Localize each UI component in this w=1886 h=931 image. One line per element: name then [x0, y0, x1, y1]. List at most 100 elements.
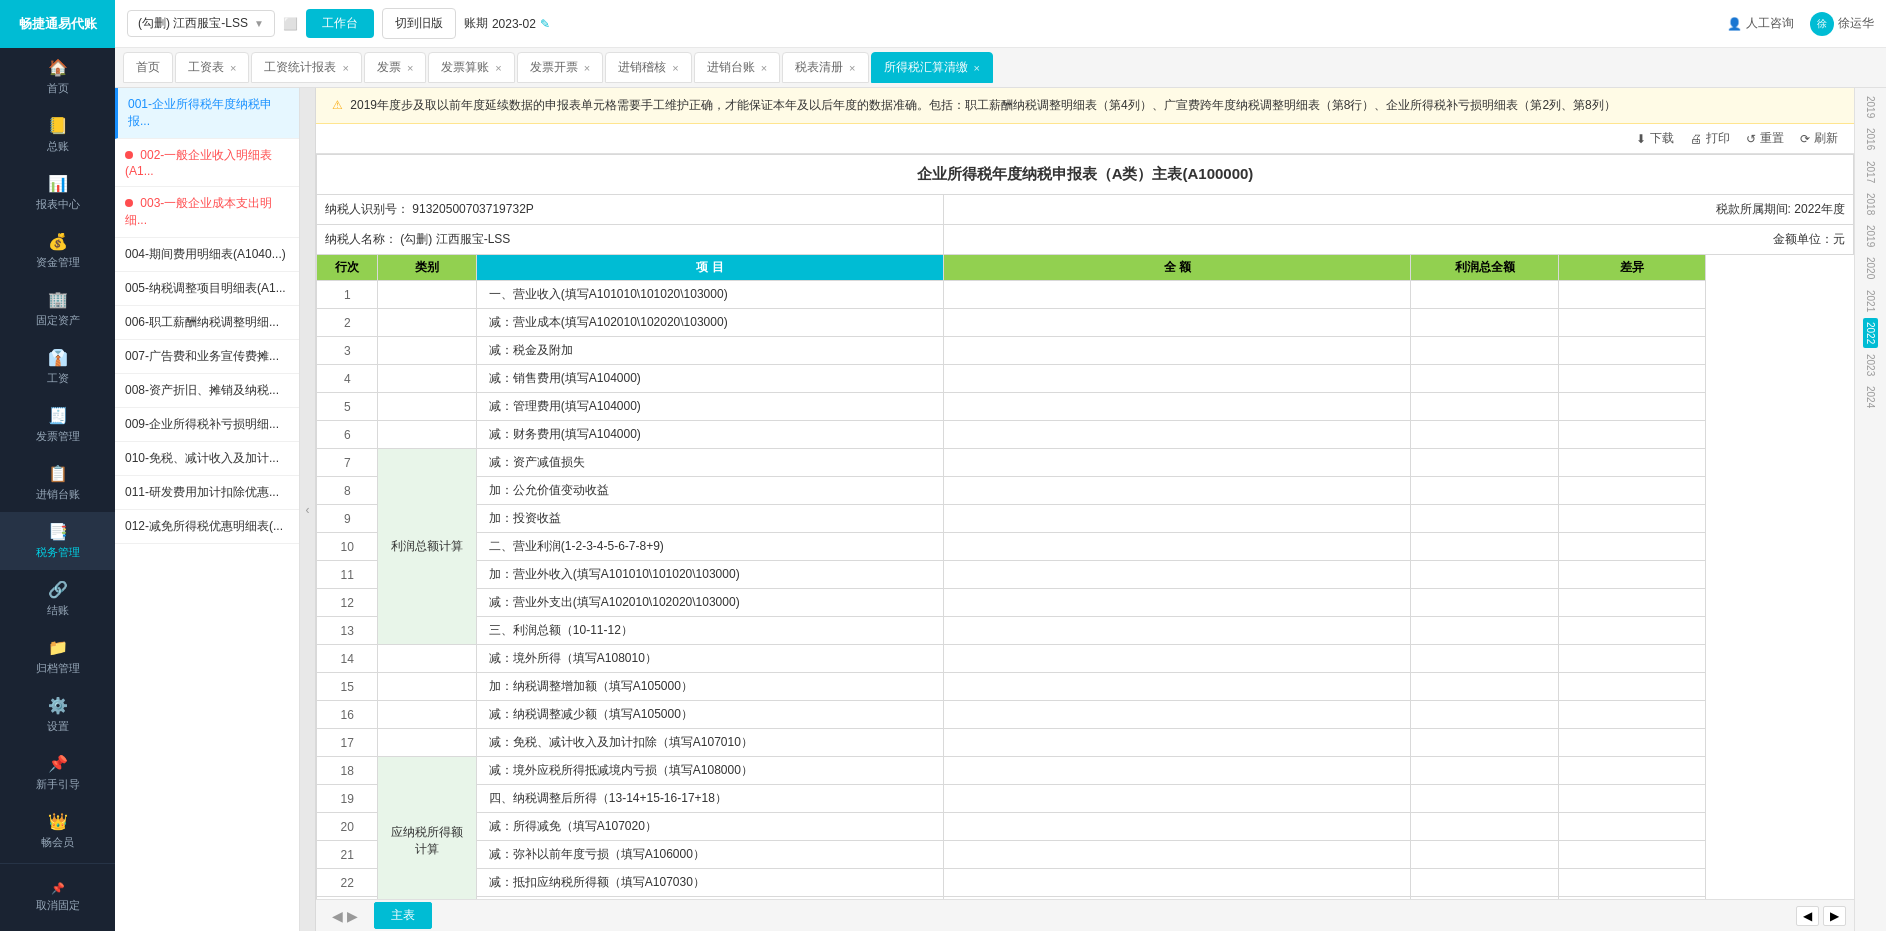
row-profit — [1411, 841, 1559, 869]
row-amount[interactable] — [944, 701, 1411, 729]
row-amount[interactable] — [944, 365, 1411, 393]
tab-salary-stats[interactable]: 工资统计报表 × — [251, 52, 361, 83]
scroll-left-icon[interactable]: ◀ — [1796, 906, 1819, 926]
service-button[interactable]: 👤 人工咨询 — [1727, 15, 1794, 32]
collapse-button[interactable]: ‹ — [300, 88, 316, 931]
sidebar-item-invoice[interactable]: 🧾 发票管理 — [0, 396, 115, 454]
year-2022[interactable]: 2022 — [1863, 318, 1878, 348]
left-panel-item-008[interactable]: 008-资产折旧、摊销及纳税... — [115, 374, 299, 408]
next-sheet-arrow[interactable]: ▶ — [347, 908, 358, 924]
left-panel-item-009[interactable]: 009-企业所得税补亏损明细... — [115, 408, 299, 442]
row-amount[interactable] — [944, 449, 1411, 477]
user-profile[interactable]: 徐 徐运华 — [1810, 12, 1874, 36]
row-amount[interactable] — [944, 477, 1411, 505]
scroll-right-icon[interactable]: ▶ — [1823, 906, 1846, 926]
sidebar-item-settlement[interactable]: 🔗 结账 — [0, 570, 115, 628]
left-panel-item-001[interactable]: 001-企业所得税年度纳税申报... — [115, 88, 299, 139]
row-amount[interactable] — [944, 757, 1411, 785]
year-2019-top[interactable]: 2019 — [1863, 92, 1878, 122]
row-amount[interactable] — [944, 309, 1411, 337]
tab-purchase-check[interactable]: 进销稽核 × — [605, 52, 691, 83]
year-2023[interactable]: 2023 — [1863, 350, 1878, 380]
tab-close-icon[interactable]: × — [495, 62, 501, 74]
left-panel-item-005[interactable]: 005-纳税调整项目明细表(A1... — [115, 272, 299, 306]
year-2017[interactable]: 2017 — [1863, 157, 1878, 187]
year-2024[interactable]: 2024 — [1863, 382, 1878, 412]
row-amount[interactable] — [944, 785, 1411, 813]
year-2019[interactable]: 2019 — [1863, 221, 1878, 251]
tab-home[interactable]: 首页 — [123, 52, 173, 83]
row-num: 14 — [317, 645, 378, 673]
year-2018[interactable]: 2018 — [1863, 189, 1878, 219]
row-amount[interactable] — [944, 589, 1411, 617]
row-amount[interactable] — [944, 673, 1411, 701]
left-panel-item-012[interactable]: 012-减免所得税优惠明细表(... — [115, 510, 299, 544]
tab-purchase-ledger[interactable]: 进销台账 × — [694, 52, 780, 83]
workbench-button[interactable]: 工作台 — [306, 9, 374, 38]
tab-invoice-calc[interactable]: 发票算账 × — [428, 52, 514, 83]
row-amount[interactable] — [944, 869, 1411, 897]
sidebar-unpin-btn[interactable]: 📌 取消固定 — [4, 874, 111, 921]
tab-invoice-open[interactable]: 发票开票 × — [517, 52, 603, 83]
refresh-button[interactable]: ⟳ 刷新 — [1800, 130, 1838, 147]
row-amount[interactable] — [944, 617, 1411, 645]
tab-close-icon[interactable]: × — [342, 62, 348, 74]
sidebar-item-ledger[interactable]: 📒 总账 — [0, 106, 115, 164]
left-panel-item-006[interactable]: 006-职工薪酬纳税调整明细... — [115, 306, 299, 340]
tab-close-icon[interactable]: × — [761, 62, 767, 74]
left-panel-item-010[interactable]: 010-免税、减计收入及加计... — [115, 442, 299, 476]
row-amount[interactable] — [944, 533, 1411, 561]
row-amount[interactable] — [944, 505, 1411, 533]
tab-close-icon[interactable]: × — [974, 62, 980, 74]
year-2016[interactable]: 2016 — [1863, 124, 1878, 154]
row-amount[interactable] — [944, 645, 1411, 673]
left-panel-item-004[interactable]: 004-期间费用明细表(A1040...) — [115, 238, 299, 272]
row-amount[interactable] — [944, 393, 1411, 421]
year-2020[interactable]: 2020 — [1863, 253, 1878, 283]
year-2021[interactable]: 2021 — [1863, 286, 1878, 316]
tab-salary[interactable]: 工资表 × — [175, 52, 249, 83]
download-button[interactable]: ⬇ 下载 — [1636, 130, 1674, 147]
edit-icon[interactable]: ✎ — [540, 17, 550, 31]
sidebar-item-member[interactable]: 👑 畅会员 — [0, 802, 115, 860]
tab-tax-list[interactable]: 税表清册 × — [782, 52, 868, 83]
row-item: 减：税金及附加 — [476, 337, 943, 365]
col-header-rownum: 行次 — [317, 255, 378, 281]
company-selector[interactable]: (勾删) 江西服宝-LSS ▼ — [127, 10, 275, 37]
tab-close-icon[interactable]: × — [672, 62, 678, 74]
row-amount[interactable] — [944, 841, 1411, 869]
reset-button[interactable]: ↺ 重置 — [1746, 130, 1784, 147]
sidebar-item-salary[interactable]: 👔 工资 — [0, 338, 115, 396]
item-label: 004-期间费用明细表(A1040...) — [125, 247, 286, 261]
row-num: 18 — [317, 757, 378, 785]
print-button[interactable]: 🖨 打印 — [1690, 130, 1730, 147]
sidebar-item-tax[interactable]: 📑 税务管理 — [0, 512, 115, 570]
left-panel-item-003[interactable]: 003-一般企业成本支出明细... — [115, 187, 299, 238]
sheet-tab-main[interactable]: 主表 — [374, 902, 432, 929]
sidebar-item-purchases[interactable]: 📋 进销台账 — [0, 454, 115, 512]
sidebar-item-archive[interactable]: 📁 归档管理 — [0, 628, 115, 686]
sidebar-item-guide[interactable]: 📌 新手引导 — [0, 744, 115, 802]
tab-invoice[interactable]: 发票 × — [364, 52, 426, 83]
left-panel-item-002[interactable]: 002-一般企业收入明细表(A1... — [115, 139, 299, 187]
row-amount[interactable] — [944, 421, 1411, 449]
prev-sheet-arrow[interactable]: ◀ — [332, 908, 343, 924]
oldversion-button[interactable]: 切到旧版 — [382, 8, 456, 39]
sidebar-item-home[interactable]: 🏠 首页 — [0, 48, 115, 106]
tab-close-icon[interactable]: × — [230, 62, 236, 74]
sidebar-item-assets[interactable]: 🏢 固定资产 — [0, 280, 115, 338]
row-amount[interactable] — [944, 729, 1411, 757]
tab-close-icon[interactable]: × — [849, 62, 855, 74]
row-amount[interactable] — [944, 337, 1411, 365]
tab-close-icon[interactable]: × — [584, 62, 590, 74]
sidebar-item-finance[interactable]: 💰 资金管理 — [0, 222, 115, 280]
left-panel-item-007[interactable]: 007-广告费和业务宣传费摊... — [115, 340, 299, 374]
sidebar-item-reports[interactable]: 📊 报表中心 — [0, 164, 115, 222]
sidebar-item-settings[interactable]: ⚙️ 设置 — [0, 686, 115, 744]
tab-close-icon[interactable]: × — [407, 62, 413, 74]
left-panel-item-011[interactable]: 011-研发费用加计扣除优惠... — [115, 476, 299, 510]
row-amount[interactable] — [944, 813, 1411, 841]
row-amount[interactable] — [944, 281, 1411, 309]
tab-income-tax[interactable]: 所得税汇算清缴 × — [871, 52, 993, 83]
row-amount[interactable] — [944, 561, 1411, 589]
